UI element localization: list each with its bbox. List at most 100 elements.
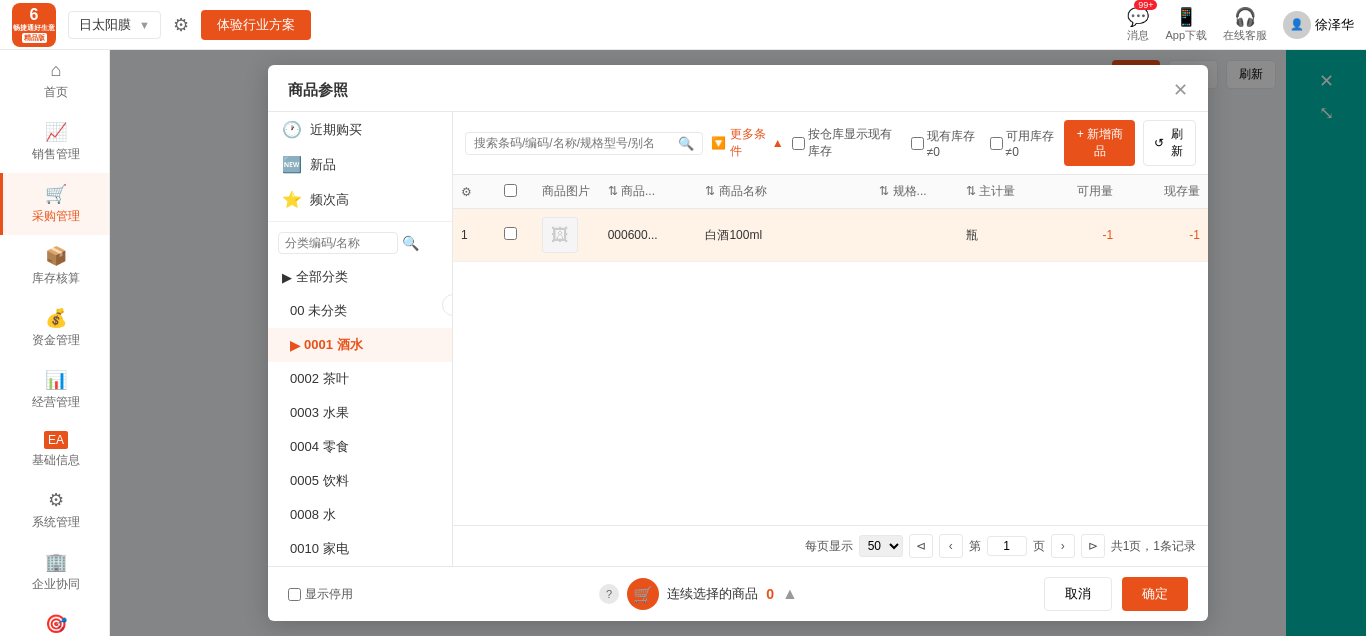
trial-button[interactable]: 体验行业方案 (201, 10, 311, 40)
cb-nonzero-stock[interactable]: 现有库存≠0 (911, 128, 978, 159)
sidebar-item-inventory[interactable]: 📦 库存核算 (0, 235, 109, 297)
th-name[interactable]: ⇅ 商品名称 (697, 175, 871, 209)
page-first-button[interactable]: ⊲ (909, 534, 933, 558)
category-search-icon[interactable]: 🔍 (402, 235, 419, 251)
sidebar-label-inventory: 库存核算 (32, 270, 80, 287)
cancel-button[interactable]: 取消 (1044, 577, 1112, 611)
th-settings[interactable]: ⚙ (453, 175, 496, 209)
sidebar-item-system[interactable]: ⚙ 系统管理 (0, 479, 109, 541)
quick-new[interactable]: 🆕 新品 (268, 147, 452, 182)
sidebar-item-basic[interactable]: EA 基础信息 (0, 421, 109, 479)
refresh-button[interactable]: ↺ 刷新 (1143, 120, 1196, 166)
sidebar-label-basic: 基础信息 (32, 452, 80, 469)
main-layout: ⌂ 首页 📈 销售管理 🛒 采购管理 📦 库存核算 💰 资金管理 📊 经营管理 … (0, 50, 1366, 636)
navbar: 6 畅捷通好生意 精品版 日太阳膜 ▼ ⚙ 体验行业方案 💬 消息 99+ 📱 … (0, 0, 1366, 50)
th-stock-label: 现存量 (1164, 184, 1200, 198)
sidebar-label-system: 系统管理 (32, 514, 80, 531)
th-avail-label: 可用量 (1077, 184, 1113, 198)
cb-by-warehouse[interactable]: 按仓库显示现有库存 (792, 126, 899, 160)
cb-by-warehouse-input[interactable] (792, 137, 805, 150)
collapse-footer-button[interactable]: ▲ (782, 585, 798, 603)
sidebar-item-corp[interactable]: 🏢 企业协同 (0, 541, 109, 603)
modal-close-button[interactable]: ✕ (1173, 79, 1188, 101)
cb-nonzero-stock-input[interactable] (911, 137, 924, 150)
table-row[interactable]: 1 🖼 000600... 白酒100ml 瓶 (453, 209, 1208, 262)
row-code: 000600... (600, 209, 698, 262)
cat-water[interactable]: 0008 水 (268, 498, 452, 532)
message-button[interactable]: 💬 消息 99+ (1127, 6, 1149, 43)
th-code[interactable]: ⇅ 商品... (600, 175, 698, 209)
th-spec[interactable]: ⇅ 规格... (871, 175, 958, 209)
row-select-checkbox[interactable] (504, 227, 517, 240)
sidebar-label-corp: 企业协同 (32, 576, 80, 593)
sales-icon: 📈 (45, 121, 67, 143)
cat-unclassified[interactable]: 00 未分类 (268, 294, 452, 328)
th-checkbox[interactable] (496, 175, 534, 209)
page-number-input[interactable] (987, 536, 1027, 556)
show-disabled-checkbox[interactable]: 显示停用 (288, 586, 353, 603)
cat-drink-label: 0005 饮料 (290, 472, 349, 490)
th-unit-label: 主计量 (979, 184, 1015, 198)
app-label: App下载 (1165, 28, 1207, 43)
row-stock: -1 (1121, 209, 1208, 262)
cat-snack[interactable]: 0004 零食 (268, 430, 452, 464)
cat-appliance-label: 0010 家电 (290, 540, 349, 558)
store-dropdown-arrow: ▼ (139, 19, 150, 31)
cat-drink[interactable]: 0005 饮料 (268, 464, 452, 498)
quick-recent[interactable]: 🕐 近期购买 (268, 112, 452, 147)
cat-liquor[interactable]: ▶ 0001 酒水 (268, 328, 452, 362)
help-button[interactable]: ? (599, 584, 619, 604)
cat-tea[interactable]: 0002 茶叶 (268, 362, 452, 396)
select-all-checkbox[interactable] (504, 184, 517, 197)
page-last-button[interactable]: ⊳ (1081, 534, 1105, 558)
footer-left: 显示停用 (288, 586, 353, 603)
filter-checkboxes: 按仓库显示现有库存 现有库存≠0 可用库存≠0 (792, 126, 1057, 160)
modal-header: 商品参照 ✕ (268, 65, 1208, 112)
cat-appliance[interactable]: 0010 家电 (268, 532, 452, 566)
row-checkbox[interactable] (496, 209, 534, 262)
sidebar-label-purchase: 采购管理 (32, 208, 80, 225)
confirm-button[interactable]: 确定 (1122, 577, 1188, 611)
new-icon: 🆕 (282, 155, 302, 174)
cart-button[interactable]: 🛒 (627, 578, 659, 610)
more-filter-button[interactable]: 🔽 更多条件 ▲ (711, 126, 784, 160)
footer-middle: ? 🛒 连续选择的商品 0 ▲ (363, 578, 1034, 610)
cb-nonzero-avail-input[interactable] (990, 137, 1003, 150)
per-page-select[interactable]: 50 (859, 535, 903, 557)
sidebar-item-finance[interactable]: 💰 资金管理 (0, 297, 109, 359)
app-download-button[interactable]: 📱 App下载 (1165, 6, 1207, 43)
cb-nonzero-stock-label: 现有库存≠0 (927, 128, 978, 159)
cat-all-label: 全部分类 (296, 268, 348, 286)
product-search-input[interactable] (474, 136, 674, 150)
sidebar-item-sales[interactable]: 📈 销售管理 (0, 111, 109, 173)
row-name: 白酒100ml (697, 209, 871, 262)
cat-fruit[interactable]: 0003 水果 (268, 396, 452, 430)
store-selector[interactable]: 日太阳膜 ▼ (68, 11, 161, 39)
page-prev-button[interactable]: ‹ (939, 534, 963, 558)
show-disabled-input[interactable] (288, 588, 301, 601)
sidebar-item-purchase[interactable]: 🛒 采购管理 (0, 173, 109, 235)
sidebar-item-biz[interactable]: 📊 经营管理 (0, 359, 109, 421)
category-panel: 🕐 近期购买 🆕 新品 ⭐ 频次高 (268, 112, 453, 566)
table-toolbar: 🔍 🔽 更多条件 ▲ 按仓库显示现有库存 (453, 112, 1208, 175)
settings-icon[interactable]: ⚙ (173, 14, 189, 36)
cat-all[interactable]: ▶ 全部分类 (268, 260, 452, 294)
page-next-button[interactable]: › (1051, 534, 1075, 558)
add-product-button[interactable]: + 新增商品 (1064, 120, 1135, 166)
table-header-row: ⚙ 商品图片 ⇅ 商品... (453, 175, 1208, 209)
basic-icon: EA (44, 431, 68, 449)
cat-water-label: 0008 水 (290, 506, 336, 524)
category-search-input[interactable] (278, 232, 398, 254)
quick-frequent[interactable]: ⭐ 频次高 (268, 182, 452, 217)
product-search-icon[interactable]: 🔍 (678, 136, 694, 151)
sidebar-item-guide[interactable]: 🎯 新手引导 (0, 603, 109, 636)
filter-up-icon: ▲ (772, 136, 784, 150)
th-unit[interactable]: ⇅ 主计量 (958, 175, 1034, 209)
cat-fruit-label: 0003 水果 (290, 404, 349, 422)
cat-tea-label: 0002 茶叶 (290, 370, 349, 388)
online-service-button[interactable]: 🎧 在线客服 (1223, 6, 1267, 43)
sidebar-item-home[interactable]: ⌂ 首页 (0, 50, 109, 111)
cb-nonzero-avail-label: 可用库存≠0 (1006, 128, 1057, 159)
user-avatar[interactable]: 👤 徐泽华 (1283, 11, 1354, 39)
cb-nonzero-avail[interactable]: 可用库存≠0 (990, 128, 1057, 159)
